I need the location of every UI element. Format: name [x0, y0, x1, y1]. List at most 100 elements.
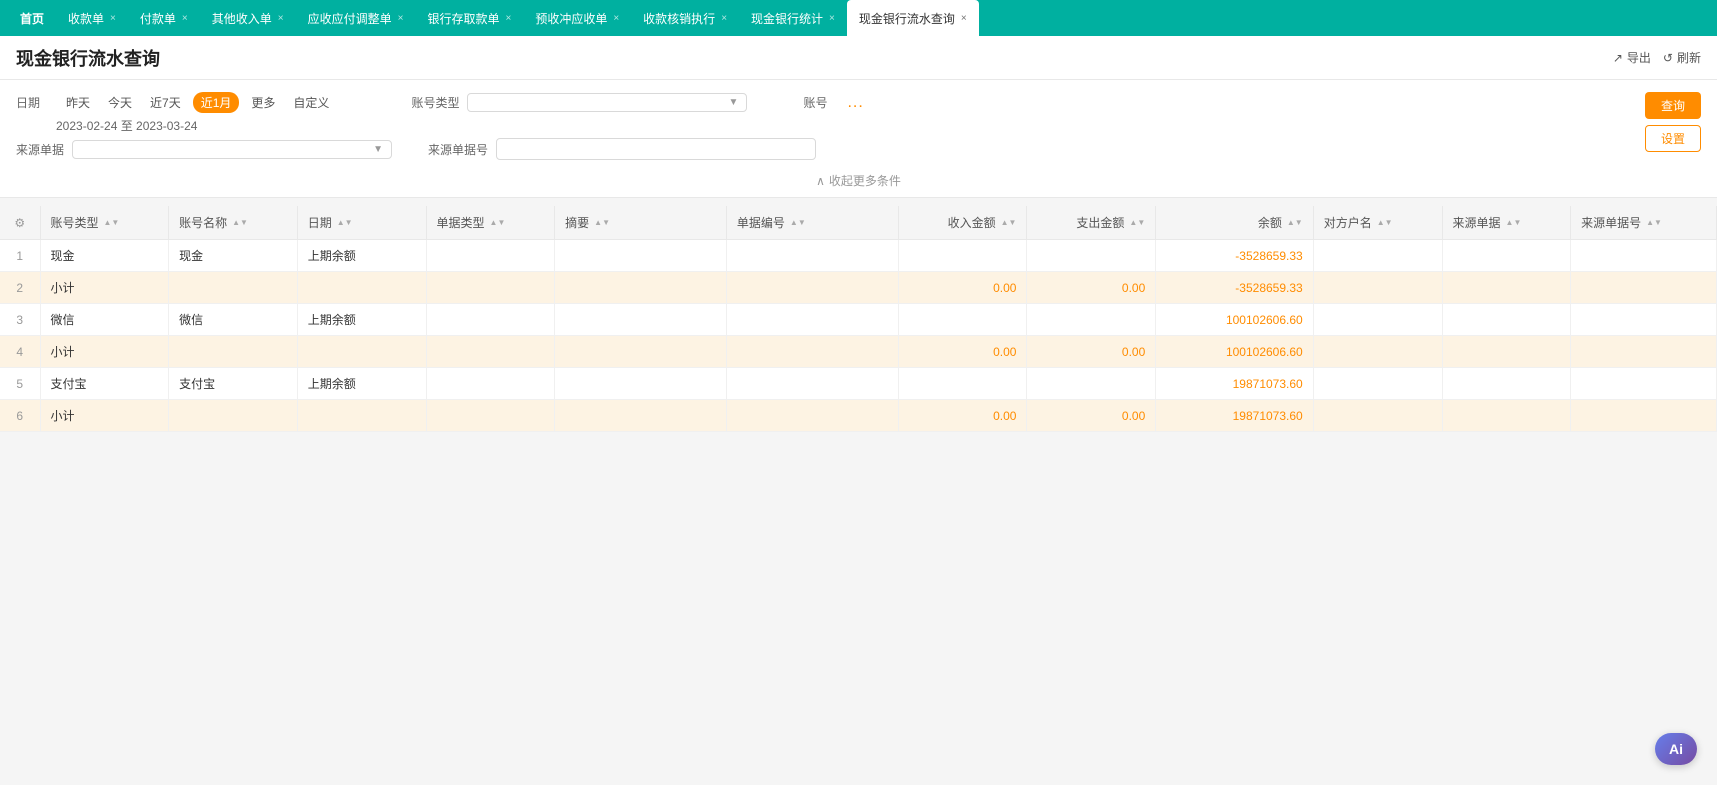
table-cell: 6 [0, 400, 40, 432]
table-cell: 0.00 [898, 272, 1027, 304]
nav-payment[interactable]: 付款单 × [128, 0, 200, 36]
nav-receipt-label: 收款单 [68, 10, 104, 27]
table-cell: -3528659.33 [1156, 272, 1313, 304]
table-cell [297, 336, 426, 368]
nav-home[interactable]: 首页 [8, 0, 56, 36]
nav-cash-bank-stats[interactable]: 现金银行统计 × [739, 0, 847, 36]
sort-date-icon: ▲▼ [337, 219, 353, 227]
table-cell [297, 272, 426, 304]
table-cell [1027, 304, 1156, 336]
table-cell [1313, 400, 1442, 432]
date-option-custom[interactable]: 自定义 [287, 92, 335, 113]
table-cell: 1 [0, 240, 40, 272]
page-header: 现金银行流水查询 ↗ 导出 ↺ 刷新 [0, 36, 1717, 80]
nav-advance-offset-close[interactable]: × [613, 13, 619, 24]
source-doc-no-input[interactable] [496, 138, 816, 160]
query-button[interactable]: 查询 [1645, 92, 1701, 119]
table-cell [555, 368, 727, 400]
th-account-type[interactable]: 账号类型 ▲▼ [40, 206, 169, 240]
sort-balance-icon: ▲▼ [1287, 219, 1303, 227]
nav-advance-offset[interactable]: 预收冲应收单 × [523, 0, 631, 36]
account-dots-button[interactable]: ... [847, 94, 863, 112]
date-option-today[interactable]: 今天 [102, 92, 138, 113]
table-row[interactable]: 3微信微信上期余额100102606.60 [0, 304, 1717, 336]
nav-home-label: 首页 [20, 10, 44, 27]
th-doc-no[interactable]: 单据编号 ▲▼ [726, 206, 898, 240]
nav-receipt-close[interactable]: × [110, 13, 116, 24]
collapse-bar[interactable]: ∧ 收起更多条件 [16, 168, 1701, 189]
nav-bank-deposit-close[interactable]: × [505, 13, 511, 24]
th-summary[interactable]: 摘要 ▲▼ [555, 206, 727, 240]
table-cell: 支付宝 [169, 368, 298, 400]
th-date[interactable]: 日期 ▲▼ [297, 206, 426, 240]
nav-receipt[interactable]: 收款单 × [56, 0, 128, 36]
sort-summary-icon: ▲▼ [594, 219, 610, 227]
nav-bank-deposit[interactable]: 银行存取款单 × [415, 0, 523, 36]
settings-button[interactable]: 设置 [1645, 125, 1701, 152]
nav-other-income-close[interactable]: × [278, 13, 284, 24]
export-button[interactable]: ↗ 导出 [1613, 49, 1651, 66]
table-container: ⚙ 账号类型 ▲▼ 账号名称 ▲▼ 日期 [0, 206, 1717, 432]
sort-income-icon: ▲▼ [1001, 219, 1017, 227]
ai-badge[interactable]: Ai [1655, 733, 1697, 765]
table-cell: 上期余额 [297, 304, 426, 336]
nav-collection-exec[interactable]: 收款核销执行 × [631, 0, 739, 36]
nav-cash-bank-flow-label: 现金银行流水查询 [859, 10, 955, 27]
table-cell [426, 400, 555, 432]
th-doc-type[interactable]: 单据类型 ▲▼ [426, 206, 555, 240]
table-cell: 微信 [169, 304, 298, 336]
account-type-select[interactable]: ▼ [467, 93, 747, 112]
date-option-more[interactable]: 更多 [245, 92, 281, 113]
collapse-label: 收起更多条件 [829, 172, 901, 189]
collapse-up-icon: ∧ [816, 174, 825, 188]
table-cell [426, 240, 555, 272]
table-row[interactable]: 4小计0.000.00100102606.60 [0, 336, 1717, 368]
th-source-doc-no[interactable]: 来源单据号 ▲▼ [1571, 206, 1717, 240]
date-option-yesterday[interactable]: 昨天 [60, 92, 96, 113]
table-cell [1027, 240, 1156, 272]
table-cell: 2 [0, 272, 40, 304]
nav-ar-ap-adj-close[interactable]: × [398, 13, 404, 24]
table-cell [1571, 400, 1717, 432]
account-type-arrow-icon: ▼ [729, 97, 739, 108]
table-cell [1571, 336, 1717, 368]
table-row[interactable]: 2小计0.000.00-3528659.33 [0, 272, 1717, 304]
nav-ar-ap-adj[interactable]: 应收应付调整单 × [296, 0, 416, 36]
th-account-name[interactable]: 账号名称 ▲▼ [169, 206, 298, 240]
table-row[interactable]: 1现金现金上期余额-3528659.33 [0, 240, 1717, 272]
nav-collection-exec-close[interactable]: × [721, 13, 727, 24]
nav-advance-offset-label: 预收冲应收单 [535, 10, 607, 27]
table-cell: 0.00 [1027, 272, 1156, 304]
nav-payment-close[interactable]: × [182, 13, 188, 24]
nav-cash-bank-flow[interactable]: 现金银行流水查询 × [847, 0, 979, 36]
date-option-7days[interactable]: 近7天 [144, 92, 187, 113]
nav-cash-bank-stats-close[interactable]: × [829, 13, 835, 24]
source-doc-label: 来源单据 [16, 141, 64, 158]
date-option-1month[interactable]: 近1月 [193, 92, 240, 113]
table-row[interactable]: 5支付宝支付宝上期余额19871073.60 [0, 368, 1717, 400]
th-source-doc[interactable]: 来源单据 ▲▼ [1442, 206, 1571, 240]
table-settings-header[interactable]: ⚙ [0, 206, 40, 240]
sort-account-name-icon: ▲▼ [232, 219, 248, 227]
table-cell [726, 272, 898, 304]
th-balance[interactable]: 余额 ▲▼ [1156, 206, 1313, 240]
date-options: 昨天 今天 近7天 近1月 更多 自定义 [60, 92, 335, 113]
account-label: 账号 [803, 94, 839, 111]
nav-other-income[interactable]: 其他收入单 × [200, 0, 296, 36]
source-doc-select[interactable]: ▼ [72, 140, 392, 159]
table-cell [726, 368, 898, 400]
table-cell: 小计 [40, 336, 169, 368]
filter-actions: 查询 设置 [1645, 92, 1701, 152]
th-counterpart[interactable]: 对方户名 ▲▼ [1313, 206, 1442, 240]
nav-bank-deposit-label: 银行存取款单 [427, 10, 499, 27]
th-income[interactable]: 收入金额 ▲▼ [898, 206, 1027, 240]
table-row[interactable]: 6小计0.000.0019871073.60 [0, 400, 1717, 432]
table-settings-icon: ⚙ [14, 216, 25, 230]
refresh-button[interactable]: ↺ 刷新 [1663, 49, 1701, 66]
export-icon: ↗ [1613, 51, 1623, 65]
refresh-icon: ↺ [1663, 51, 1673, 65]
th-expense[interactable]: 支出金额 ▲▼ [1027, 206, 1156, 240]
account-type-filter-group: 账号类型 ▼ [411, 93, 747, 112]
sort-counterpart-icon: ▲▼ [1377, 219, 1393, 227]
nav-cash-bank-flow-close[interactable]: × [961, 13, 967, 24]
